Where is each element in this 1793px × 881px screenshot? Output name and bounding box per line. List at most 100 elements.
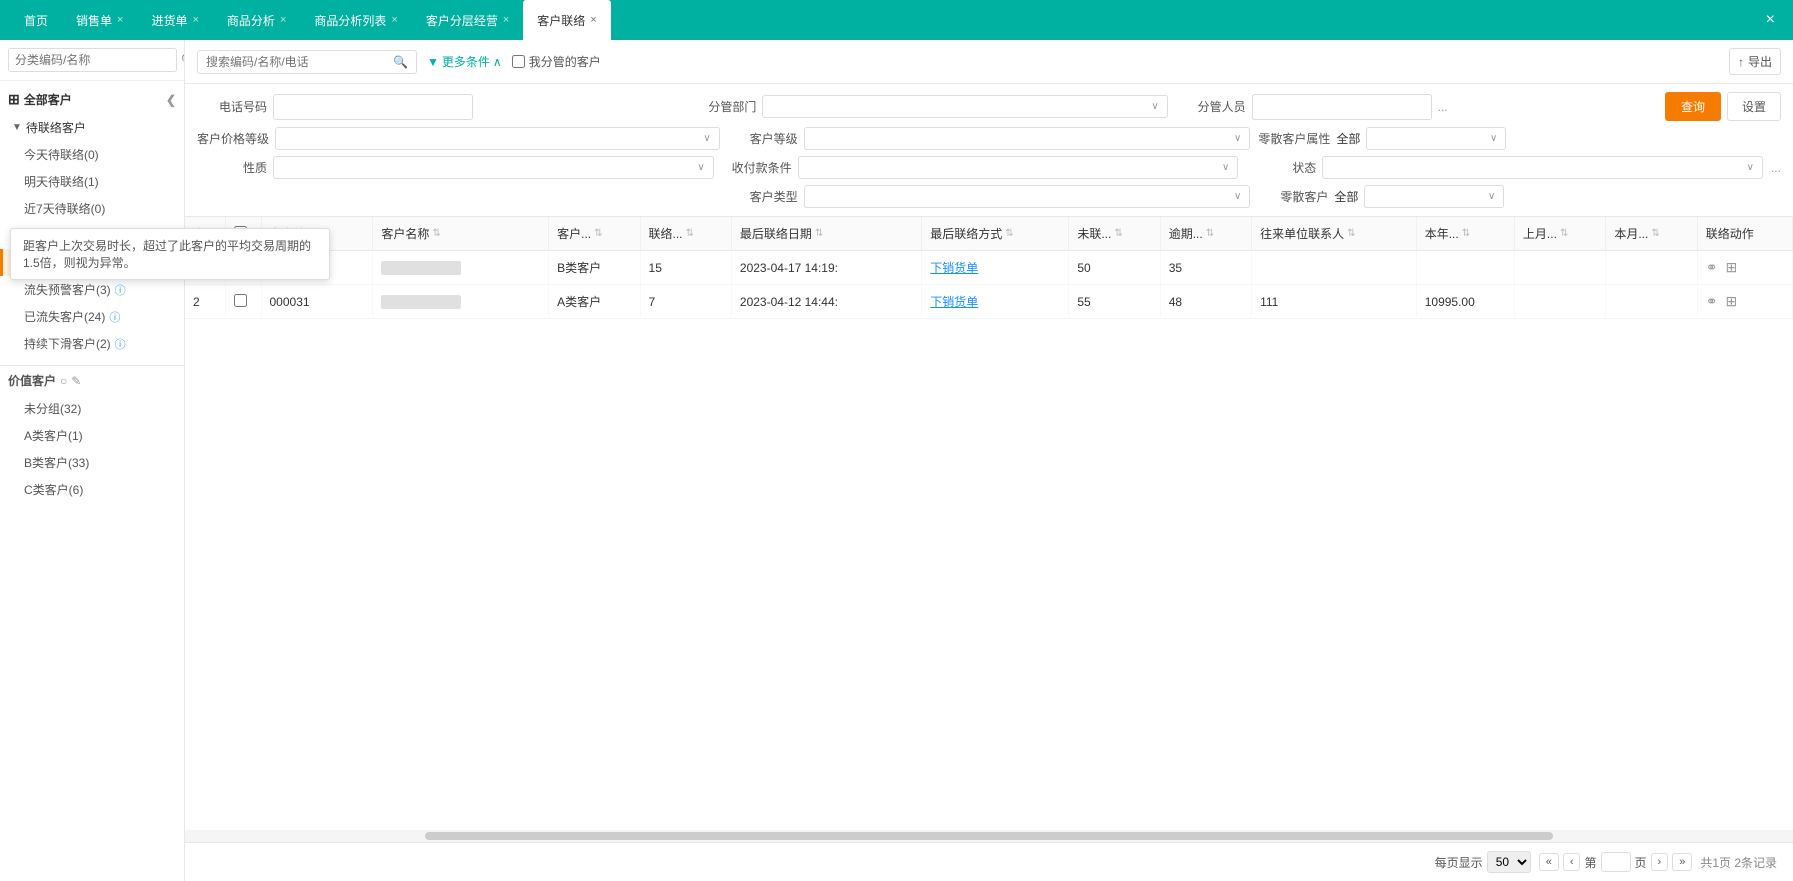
next-page-button[interactable]: ›	[1651, 853, 1669, 871]
follow-up-section[interactable]: ▼ 待联络客户	[0, 114, 184, 141]
sort-contact-count-icon[interactable]: ⇅	[686, 228, 694, 239]
close-sales-order-icon[interactable]: ×	[117, 14, 123, 26]
row2-overdue: 48	[1160, 285, 1251, 319]
sidebar-item-tomorrow-follow[interactable]: 明天待联络(1)	[0, 168, 184, 195]
sort-last-contact-method-icon[interactable]: ⇅	[1005, 228, 1013, 239]
toolbar-row: 🔍 ▼ 更多条件 ∧ 我分管的客户 ↑ 导出	[185, 40, 1793, 84]
sidebar-item-unclassified[interactable]: 未分组(32)	[0, 395, 184, 422]
sidebar-search-input[interactable]	[8, 48, 177, 72]
sort-name-icon[interactable]: ⇅	[432, 228, 440, 239]
price-grade-select[interactable]: ∨	[275, 127, 720, 150]
horizontal-scrollbar[interactable]	[185, 830, 1793, 842]
sort-uncontacted-icon[interactable]: ⇅	[1114, 228, 1122, 239]
nav-purchase-order[interactable]: 进货单 ×	[137, 0, 212, 40]
sidebar-search-area: 🔍	[0, 40, 184, 81]
edit-value-customer-icon[interactable]: ○	[60, 374, 67, 388]
nav-home[interactable]: 首页	[10, 0, 62, 40]
close-customer-contact-icon[interactable]: ×	[590, 14, 596, 26]
sidebar-item-declining-customers[interactable]: 持续下滑客户(2) ⓘ	[0, 330, 184, 357]
customer-type-select[interactable]: ∨	[804, 185, 1251, 208]
customer-grade-label: 客户等级	[728, 130, 798, 147]
content-area: 🔍 ▼ 更多条件 ∧ 我分管的客户 ↑ 导出 电话号码	[185, 40, 1793, 881]
row2-action-more-icon[interactable]: ⊞	[1725, 293, 1737, 310]
sidebar-item-lost-customers[interactable]: 已流失客户(24) ⓘ	[0, 303, 184, 330]
my-customers-checkbox[interactable]	[512, 55, 525, 68]
nav-product-analysis-list[interactable]: 商品分析列表 ×	[300, 0, 411, 40]
retail-customer-select[interactable]: ∨	[1364, 185, 1504, 208]
price-grade-label: 客户价格等级	[197, 130, 269, 147]
manager-input[interactable]	[1252, 94, 1432, 120]
row2-checkbox[interactable]	[234, 294, 247, 307]
status-select[interactable]: ∨	[1322, 156, 1763, 179]
close-purchase-order-icon[interactable]: ×	[192, 14, 198, 26]
search-button-icon[interactable]: 🔍	[393, 55, 408, 69]
page-navigation: « ‹ 第 1 页 › »	[1539, 852, 1693, 872]
row3-more-btn[interactable]: ...	[1771, 161, 1781, 175]
status-chevron-icon: ∨	[1747, 162, 1754, 173]
filter-row-4: 客户类型 ∨ 零散客户 全部 ∨	[197, 185, 1781, 208]
close-product-analysis-icon[interactable]: ×	[280, 14, 286, 26]
collapse-sidebar-icon[interactable]: ❮	[166, 93, 176, 107]
row1-action-more-icon[interactable]: ⊞	[1725, 259, 1737, 276]
customer-grade-select[interactable]: ∨	[804, 127, 1251, 150]
nav-customer-contact[interactable]: 客户联络 ×	[523, 0, 610, 40]
sort-overdue-icon[interactable]: ⇅	[1206, 228, 1214, 239]
row1-action-link-icon[interactable]: ⚭	[1706, 259, 1718, 276]
manager-more-icon[interactable]: ...	[1438, 100, 1448, 114]
sidebar-item-today-follow[interactable]: 今天待联络(0)	[0, 141, 184, 168]
all-customers-header[interactable]: ⊞ 全部客户 ❮	[0, 85, 184, 114]
row2-name	[373, 285, 549, 319]
info-icon-lost[interactable]: ⓘ	[109, 309, 120, 325]
info-icon-declining[interactable]: ⓘ	[115, 336, 126, 352]
sort-this-month-icon[interactable]: ⇅	[1651, 228, 1659, 239]
export-button[interactable]: ↑ 导出	[1729, 48, 1781, 75]
row2-action-link-icon[interactable]: ⚭	[1706, 293, 1718, 310]
row2-unit-contact: 111	[1252, 285, 1417, 319]
sidebar-item-b-class[interactable]: B类客户(33)	[0, 449, 184, 476]
scrollbar-thumb[interactable]	[425, 832, 1553, 840]
last-page-button[interactable]: »	[1672, 853, 1692, 871]
settings-value-customer-icon[interactable]: ✎	[71, 374, 81, 388]
sort-last-contact-date-icon[interactable]: ⇅	[815, 228, 823, 239]
nav-customer-segmentation[interactable]: 客户分层经营 ×	[412, 0, 523, 40]
search-input[interactable]	[206, 55, 393, 69]
sidebar-item-7days-follow[interactable]: 近7天待联络(0)	[0, 195, 184, 222]
row1-last-date: 2023-04-17 14:19:	[731, 251, 921, 285]
sort-type-icon[interactable]: ⇅	[594, 228, 602, 239]
retail-customer-label: 零散客户	[1258, 188, 1328, 205]
nav-product-analysis[interactable]: 商品分析 ×	[213, 0, 300, 40]
sort-last-month-icon[interactable]: ⇅	[1560, 228, 1568, 239]
sidebar-item-loss-warning[interactable]: 流失预警客户(3) ⓘ	[0, 276, 184, 303]
per-page-select[interactable]: 50	[1487, 851, 1531, 873]
sort-this-year-icon[interactable]: ⇅	[1462, 228, 1470, 239]
page-number-input[interactable]: 1	[1601, 852, 1631, 872]
sidebar-item-c-class[interactable]: C类客户(6)	[0, 476, 184, 503]
data-table-area: ⚙ 客户编码 ⇅ 客户名称	[185, 217, 1793, 830]
search-box: 🔍	[197, 50, 417, 74]
sidebar-item-a-class[interactable]: A类客户(1)	[0, 422, 184, 449]
nature-select[interactable]: ∨	[273, 156, 714, 179]
row1-last-method[interactable]: 下销货单	[922, 251, 1069, 285]
col-last-contact-date: 最后联络日期 ⇅	[731, 217, 921, 251]
retail-attr-select[interactable]: ∨	[1366, 127, 1506, 150]
dept-select[interactable]: ∨	[762, 95, 1167, 118]
row2-last-date: 2023-04-12 14:44:	[731, 285, 921, 319]
row2-last-method[interactable]: 下销货单	[922, 285, 1069, 319]
close-customer-seg-icon[interactable]: ×	[503, 14, 509, 26]
close-product-analysis-list-icon[interactable]: ×	[391, 14, 397, 26]
nav-sales-order[interactable]: 销售单 ×	[62, 0, 137, 40]
filter-customer-grade: 客户等级 ∨	[728, 127, 1251, 150]
settings-button[interactable]: 设置	[1727, 92, 1781, 121]
window-close-button[interactable]: ×	[1758, 11, 1783, 29]
payment-select[interactable]: ∨	[798, 156, 1239, 179]
sort-unit-contact-icon[interactable]: ⇅	[1347, 228, 1355, 239]
info-icon-loss-warning[interactable]: ⓘ	[115, 282, 126, 298]
phone-input[interactable]	[273, 94, 473, 120]
first-page-button[interactable]: «	[1539, 853, 1559, 871]
row2-type: A类客户	[549, 285, 640, 319]
retail-customer-value: 全部	[1334, 188, 1358, 205]
more-conditions-button[interactable]: ▼ 更多条件 ∧	[427, 53, 502, 70]
query-button[interactable]: 查询	[1665, 92, 1721, 121]
prev-page-button[interactable]: ‹	[1563, 853, 1581, 871]
row1-type: B类客户	[549, 251, 640, 285]
